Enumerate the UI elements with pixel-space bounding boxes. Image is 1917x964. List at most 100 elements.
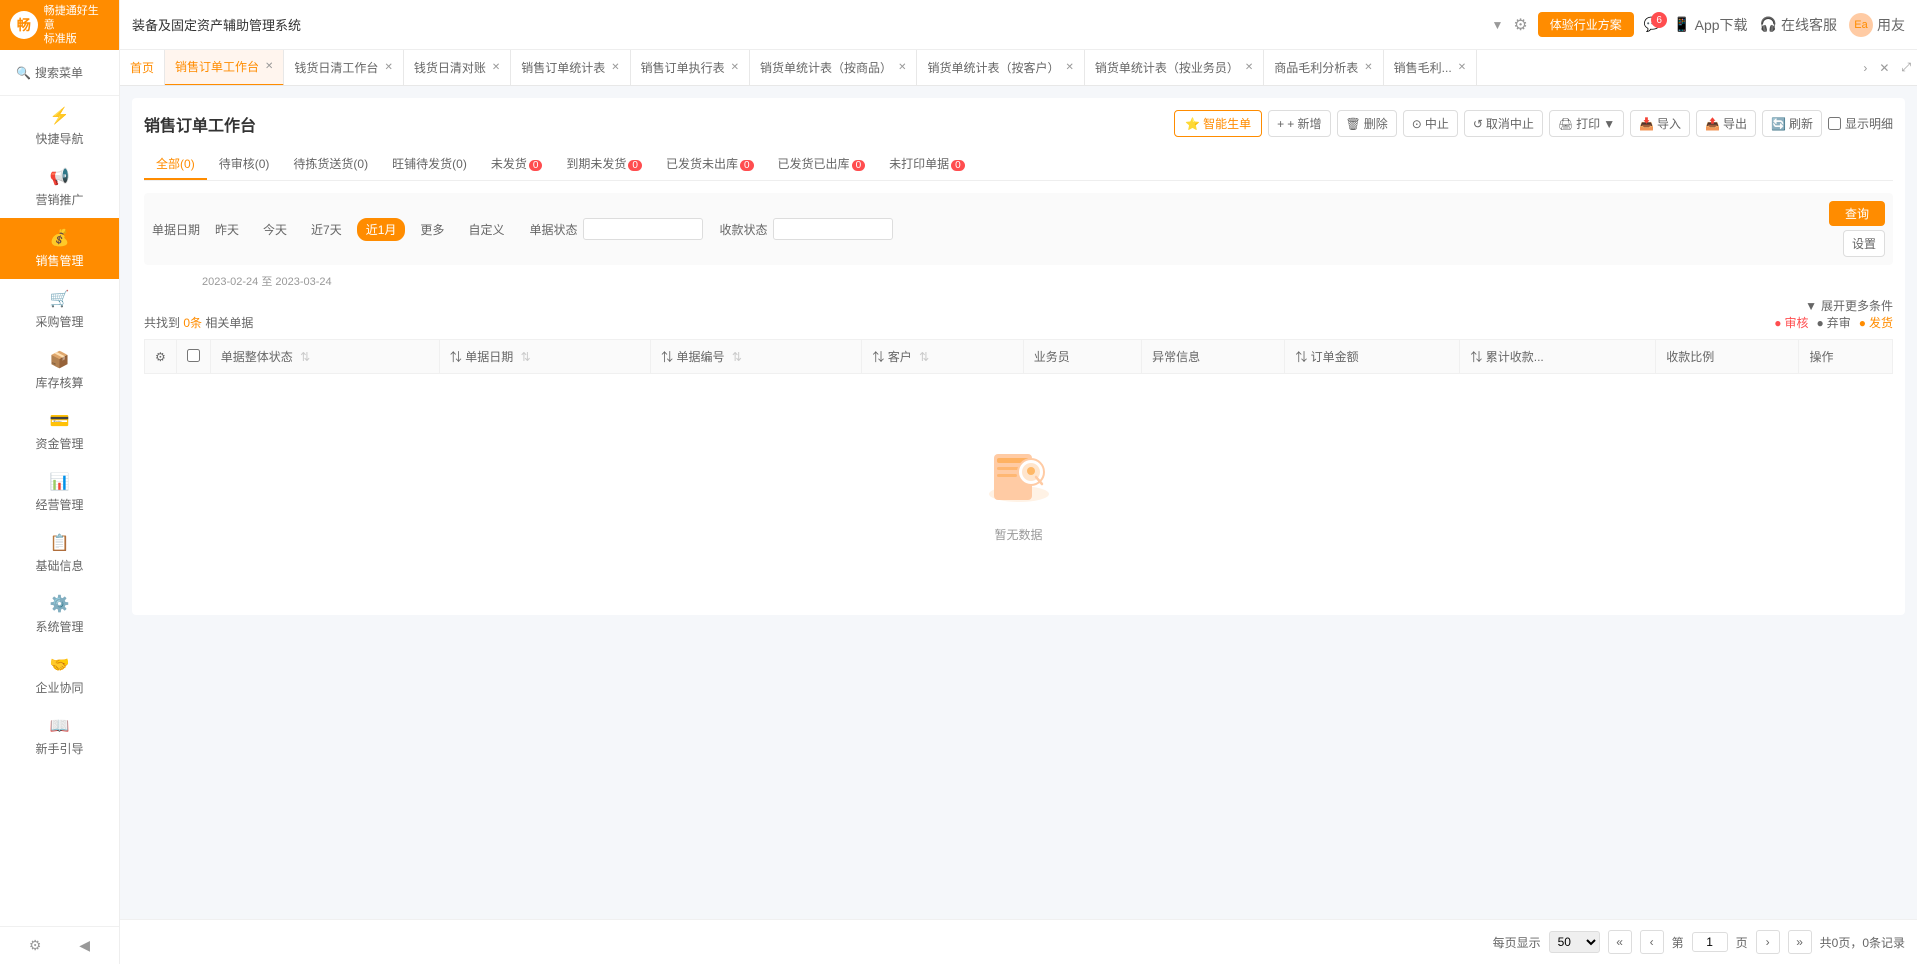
tab-close-product-margin[interactable]: ✕ (1364, 62, 1372, 73)
sub-tab-shipped-out[interactable]: 已发货已出库0 (766, 149, 878, 180)
export-button[interactable]: 📤 导出 (1696, 110, 1756, 137)
sidebar-search-btn[interactable]: 🔍 搜索菜单 (8, 58, 111, 87)
tab-close-sales-workbench[interactable]: ✕ (265, 61, 273, 72)
sidebar-collapse-btn[interactable]: ◀ (79, 937, 90, 954)
audit-action-btn[interactable]: ● 审核 (1774, 314, 1808, 331)
last-page-button[interactable]: » (1788, 930, 1812, 954)
tab-sales-exec[interactable]: 销售订单执行表 ✕ (631, 50, 750, 86)
table-settings-header[interactable]: ⚙ (145, 340, 177, 374)
sidebar-item-finance[interactable]: 💳 资金管理 (0, 401, 119, 462)
expand-more-button[interactable]: ▼ 展开更多条件 (1805, 297, 1893, 314)
show-detail-checkbox[interactable] (1828, 117, 1841, 130)
tab-close-sales-stats[interactable]: ✕ (611, 62, 619, 73)
payment-status-select[interactable] (773, 218, 893, 240)
first-page-button[interactable]: « (1608, 930, 1632, 954)
date-btn-1month[interactable]: 近1月 (357, 218, 406, 241)
date-btn-more[interactable]: 更多 (411, 218, 453, 241)
delete-button[interactable]: 🗑 删除 (1337, 110, 1397, 137)
smart-order-button[interactable]: ⭐ 智能生单 (1174, 110, 1262, 137)
date-btn-yesterday[interactable]: 昨天 (206, 218, 248, 241)
online-service-btn[interactable]: 🎧 在线客服 (1760, 15, 1837, 35)
header-dropdown-icon[interactable]: ▼ (1492, 18, 1504, 32)
sub-tab-pending-review[interactable]: 待审核(0) (207, 149, 282, 180)
print-button[interactable]: 🖨 打印 ▼ (1549, 110, 1624, 137)
app-download-btn[interactable]: 📱 App下载 (1673, 15, 1747, 35)
refresh-button[interactable]: 🔄 刷新 (1762, 110, 1822, 137)
tab-close-summary-product[interactable]: ✕ (898, 62, 906, 73)
tab-close-cash-reconcile[interactable]: ✕ (492, 62, 500, 73)
sidebar-item-guide[interactable]: 📖 新手引导 (0, 706, 119, 767)
industry-solution-button[interactable]: 体验行业方案 (1538, 12, 1634, 37)
sidebar-item-cooperation[interactable]: 🤝 企业协同 (0, 645, 119, 706)
show-detail-checkbox-label[interactable]: 显示明细 (1828, 115, 1893, 132)
tab-close-summary-staff[interactable]: ✕ (1245, 62, 1253, 73)
tab-sales-more[interactable]: 销售毛利... ✕ (1384, 50, 1477, 86)
sidebar-settings-btn[interactable]: ⚙ (29, 937, 42, 954)
tab-fullscreen-btn[interactable]: ⤢ (1895, 50, 1917, 86)
sidebar-item-system[interactable]: ⚙️ 系统管理 (0, 584, 119, 645)
col-doc-status[interactable]: 单据整体状态 ⇅ (210, 340, 439, 374)
date-btn-7days[interactable]: 近7天 (302, 218, 351, 241)
col-amount[interactable]: ⇅ 订单金额 (1285, 340, 1460, 374)
sub-tab-pending-inspect[interactable]: 待拣货送货(0) (281, 149, 380, 180)
stop-button[interactable]: ⊙ 中止 (1403, 110, 1458, 137)
sub-tab-all[interactable]: 全部(0) (144, 149, 207, 180)
tab-close-summary-customer[interactable]: ✕ (1065, 62, 1073, 73)
import-button[interactable]: 📥 导入 (1630, 110, 1690, 137)
sub-tab-expired-not-shipped[interactable]: 到期未发货0 (554, 149, 654, 180)
sub-tab-not-printed[interactable]: 未打印单据0 (877, 149, 977, 180)
select-all-checkbox[interactable] (187, 349, 200, 362)
sidebar-item-quick-nav[interactable]: ⚡ 快捷导航 (0, 96, 119, 157)
tab-close-sales-more[interactable]: ✕ (1458, 62, 1466, 73)
date-btn-custom[interactable]: 自定义 (459, 218, 513, 241)
tab-sales-summary-staff[interactable]: 销货单统计表（按业务员） ✕ (1085, 50, 1264, 86)
next-page-button[interactable]: › (1756, 930, 1780, 954)
phone-icon: 📱 (1673, 16, 1690, 33)
page-content: 销售订单工作台 ⭐ 智能生单 + + 新增 🗑 删除 ⊙ (120, 86, 1917, 919)
tab-close-all-btn[interactable]: ✕ (1873, 50, 1895, 86)
add-button[interactable]: + + 新增 (1268, 110, 1330, 137)
col-received[interactable]: ⇅ 累计收款... (1460, 340, 1656, 374)
ship-action-btn[interactable]: ● 发货 (1859, 314, 1893, 331)
sub-tab-shipped-not-out[interactable]: 已发货未出库0 (654, 149, 766, 180)
sidebar-item-purchase[interactable]: 🛒 采购管理 (0, 279, 119, 340)
doc-status-select[interactable] (583, 218, 703, 240)
sidebar-item-marketing[interactable]: 📢 营销推广 (0, 157, 119, 218)
tab-sales-summary-customer[interactable]: 销货单统计表（按客户） ✕ (917, 50, 1084, 86)
tab-home[interactable]: 首页 (120, 50, 165, 86)
user-btn[interactable]: Ea 用友 (1849, 13, 1905, 37)
header-settings-icon[interactable]: ⚙ (1513, 15, 1527, 35)
sidebar-item-inventory[interactable]: 📦 库存核算 (0, 340, 119, 401)
tab-scroll-right-btn[interactable]: › (1857, 50, 1873, 86)
tab-product-margin[interactable]: 商品毛利分析表 ✕ (1264, 50, 1383, 86)
sub-tab-not-shipped[interactable]: 未发货0 (479, 149, 555, 180)
prev-page-button[interactable]: ‹ (1640, 930, 1664, 954)
tab-sales-workbench[interactable]: 销售订单工作台 ✕ (165, 50, 284, 86)
cancel-stop-button[interactable]: ↺ 取消中止 (1464, 110, 1543, 137)
tab-cash-daily[interactable]: 钱货日清工作台 ✕ (284, 50, 403, 86)
cancel-audit-action-btn[interactable]: ● 弃审 (1816, 314, 1850, 331)
tab-sales-summary-product[interactable]: 销货单统计表（按商品） ✕ (750, 50, 917, 86)
col-customer[interactable]: ⇅ 客户 ⇅ (862, 340, 1023, 374)
tab-close-sales-exec[interactable]: ✕ (731, 62, 739, 73)
sidebar-logo: 畅 畅捷通好生意 标准版 (0, 0, 119, 50)
sub-tab-wangpu[interactable]: 旺铺待发货(0) (380, 149, 479, 180)
date-options: 昨天 今天 近7天 近1月 更多 自定义 (206, 218, 513, 241)
tab-close-cash-daily[interactable]: ✕ (384, 62, 392, 73)
settings-button[interactable]: 设置 (1843, 230, 1885, 257)
sidebar-item-basic-info[interactable]: 📋 基础信息 (0, 523, 119, 584)
sidebar-item-operations[interactable]: 📊 经营管理 (0, 462, 119, 523)
date-btn-today[interactable]: 今天 (254, 218, 296, 241)
table-checkbox-header[interactable] (176, 340, 210, 374)
col-doc-date[interactable]: ⇅ 单据日期 ⇅ (439, 340, 650, 374)
page-size-select[interactable]: 20 50 100 (1549, 931, 1600, 953)
col-anomaly[interactable]: 异常信息 (1142, 340, 1285, 374)
tab-sales-stats[interactable]: 销售订单统计表 ✕ (511, 50, 630, 86)
page-number-input[interactable] (1692, 932, 1728, 952)
doc-status-select-wrap (583, 218, 703, 240)
query-button[interactable]: 查询 (1829, 201, 1885, 226)
col-staff[interactable]: 业务员 (1023, 340, 1141, 374)
col-doc-no[interactable]: ⇅ 单据编号 ⇅ (651, 340, 862, 374)
tab-cash-reconcile[interactable]: 钱货日清对账 ✕ (404, 50, 511, 86)
sidebar-item-sales[interactable]: 💰 销售管理 (0, 218, 119, 279)
